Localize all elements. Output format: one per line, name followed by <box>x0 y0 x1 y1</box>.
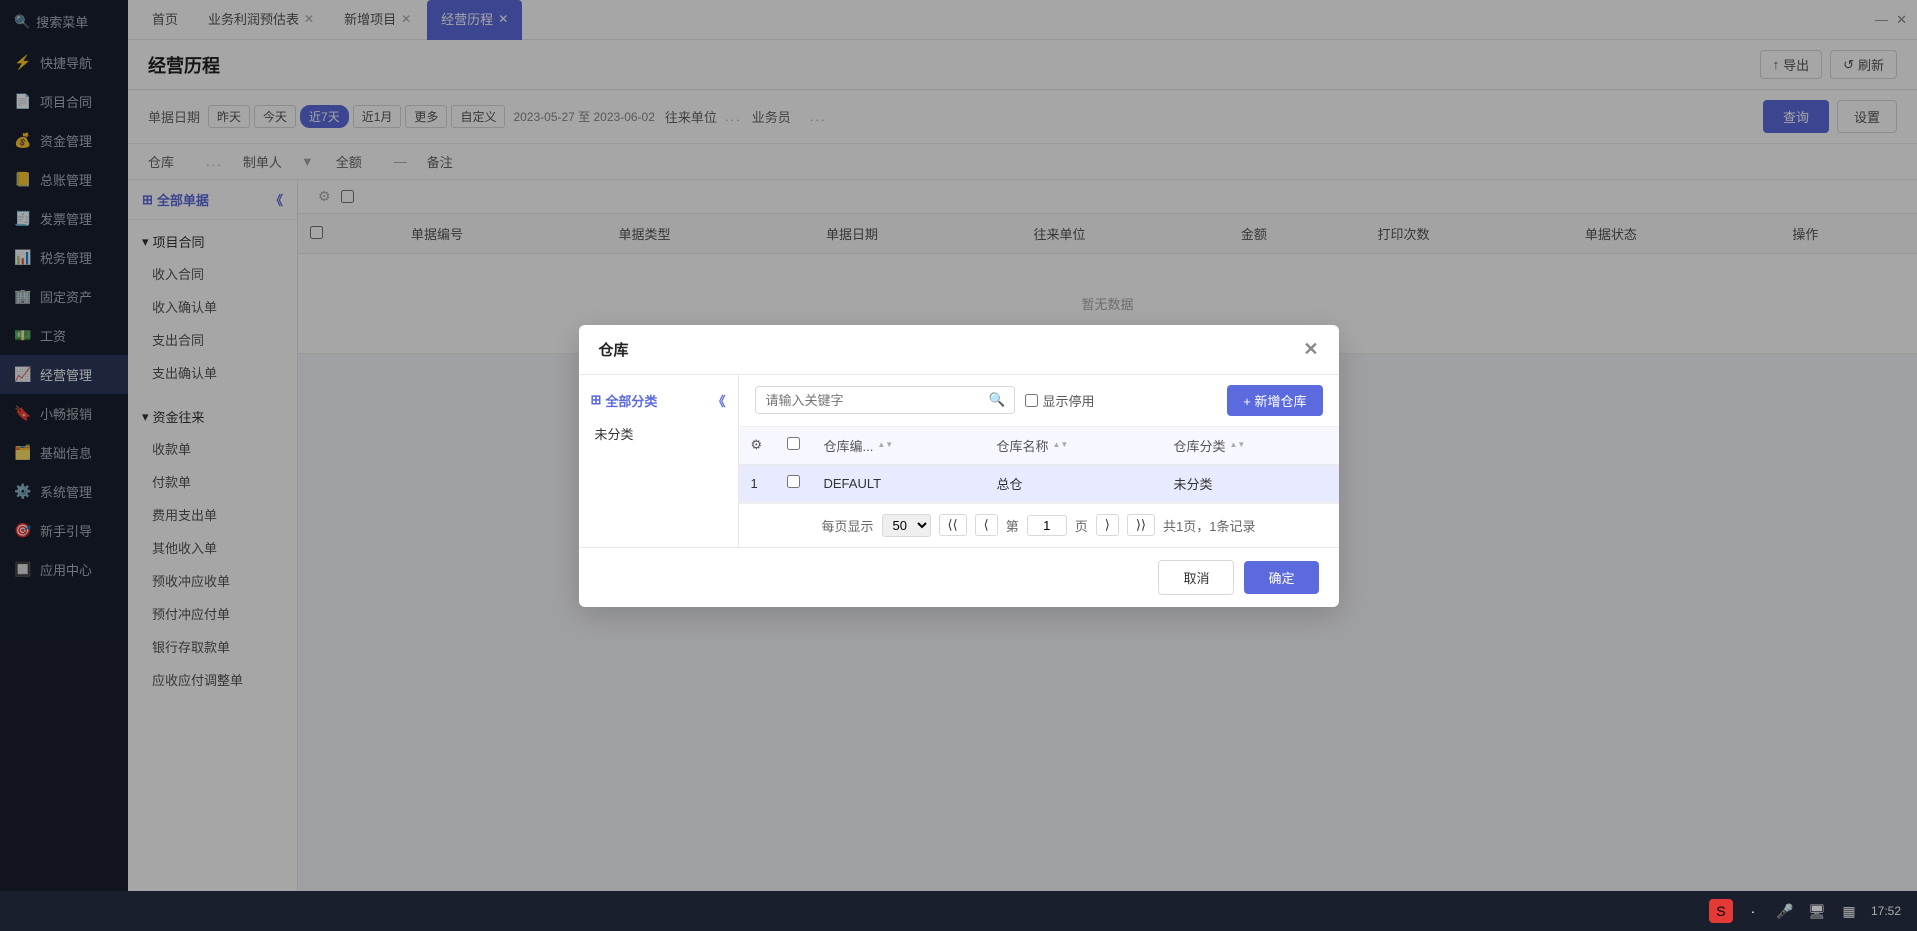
taskbar-icons: S · 🎤 🖥 ▦ <box>1709 899 1861 923</box>
modal-td-checkbox <box>775 464 812 502</box>
modal-left-collapse[interactable]: 《 <box>712 391 725 410</box>
sort-arrows-category: ▲▼ <box>1230 441 1246 449</box>
modal-last-page[interactable]: ⟩⟩ <box>1127 514 1155 536</box>
modal-th-checkbox <box>775 427 812 465</box>
modal-page-label: 第 <box>1006 516 1019 535</box>
taskbar-icon-s[interactable]: S <box>1709 899 1733 923</box>
modal-left-panel: ⊞ 全部分类 《 未分类 <box>579 375 739 547</box>
modal-page-size-label: 每页显示 <box>822 516 874 535</box>
taskbar-icon-screen[interactable]: 🖥 <box>1805 899 1829 923</box>
modal-pagination-bar: 每页显示 50 ⟨⟨ ⟨ 第 页 ⟩ ⟩⟩ 共1页，1条记录 <box>739 503 1339 547</box>
modal-cancel-button[interactable]: 取消 <box>1158 560 1234 595</box>
modal-col-category-label: 仓库分类 <box>1173 436 1225 455</box>
modal-left-header: ⊞ 全部分类 《 <box>579 385 738 416</box>
modal-next-page[interactable]: ⟩ <box>1096 514 1119 536</box>
modal-td-num: 1 <box>739 464 775 502</box>
show-disabled-checkbox[interactable] <box>1025 394 1038 407</box>
sort-arrows-name: ▲▼ <box>1053 441 1069 449</box>
modal-close-button[interactable]: ✕ <box>1303 339 1318 360</box>
modal-col-code-label: 仓库编... <box>824 436 874 455</box>
show-disabled-label[interactable]: 显示停用 <box>1025 391 1095 410</box>
modal-thead-checkbox[interactable] <box>787 437 800 450</box>
modal-td-name: 总仓 <box>984 464 1161 502</box>
modal-td-category: 未分类 <box>1161 464 1338 502</box>
modal-total-label: 共1页，1条记录 <box>1163 516 1255 535</box>
modal-page-input[interactable] <box>1027 515 1067 536</box>
modal-td-code: DEFAULT <box>812 464 985 502</box>
sort-arrows-code: ▲▼ <box>877 441 893 449</box>
modal-left-title: 全部分类 <box>605 391 657 410</box>
taskbar-icon-mic[interactable]: 🎤 <box>1773 899 1797 923</box>
modal-search-button[interactable]: 🔍 <box>981 387 1014 413</box>
modal-grid-icon: ⊞ <box>591 392 602 408</box>
modal-page-size-select[interactable]: 50 <box>882 514 931 537</box>
modal-footer-actions: 取消 确定 <box>579 547 1339 607</box>
modal-table-area: ⚙ 仓库编... ▲▼ <box>739 427 1339 503</box>
modal-col-name-label: 仓库名称 <box>996 436 1048 455</box>
show-disabled-text: 显示停用 <box>1043 391 1095 410</box>
modal-search-input[interactable] <box>756 388 981 413</box>
add-warehouse-label: + 新增仓库 <box>1243 391 1306 410</box>
taskbar-icon-dot: · <box>1741 899 1765 923</box>
modal-right-panel: 🔍 显示停用 + 新增仓库 ⚙ <box>739 375 1339 547</box>
add-warehouse-button[interactable]: + 新增仓库 <box>1227 385 1322 416</box>
modal-page-suffix: 页 <box>1075 516 1088 535</box>
modal-first-page[interactable]: ⟨⟨ <box>939 514 967 536</box>
modal-confirm-button[interactable]: 确定 <box>1244 561 1318 594</box>
table-row[interactable]: 1 DEFAULT 总仓 未分类 <box>739 464 1339 502</box>
taskbar-icon-filter[interactable]: ▦ <box>1837 899 1861 923</box>
modal-title: 仓库 <box>599 339 629 360</box>
taskbar: S · 🎤 🖥 ▦ 17:52 <box>0 891 1917 931</box>
modal-body: ⊞ 全部分类 《 未分类 🔍 显示停用 <box>579 375 1339 547</box>
modal-th-category: 仓库分类 ▲▼ <box>1161 427 1338 465</box>
taskbar-time: 17:52 <box>1871 904 1901 918</box>
modal-search-box: 🔍 <box>755 386 1015 414</box>
modal-toolbar: 🔍 显示停用 + 新增仓库 <box>739 375 1339 427</box>
warehouse-modal: 仓库 ✕ ⊞ 全部分类 《 未分类 <box>579 325 1339 607</box>
modal-th-name: 仓库名称 ▲▼ <box>984 427 1161 465</box>
modal-backdrop: 仓库 ✕ ⊞ 全部分类 《 未分类 <box>0 0 1917 931</box>
row-checkbox[interactable] <box>787 475 800 488</box>
modal-header: 仓库 ✕ <box>579 325 1339 375</box>
modal-th-code: 仓库编... ▲▼ <box>812 427 985 465</box>
modal-left-item-uncategorized[interactable]: 未分类 <box>579 416 738 451</box>
modal-prev-page[interactable]: ⟨ <box>975 514 998 536</box>
modal-table: ⚙ 仓库编... ▲▼ <box>739 427 1339 503</box>
modal-th-settings: ⚙ <box>739 427 775 465</box>
